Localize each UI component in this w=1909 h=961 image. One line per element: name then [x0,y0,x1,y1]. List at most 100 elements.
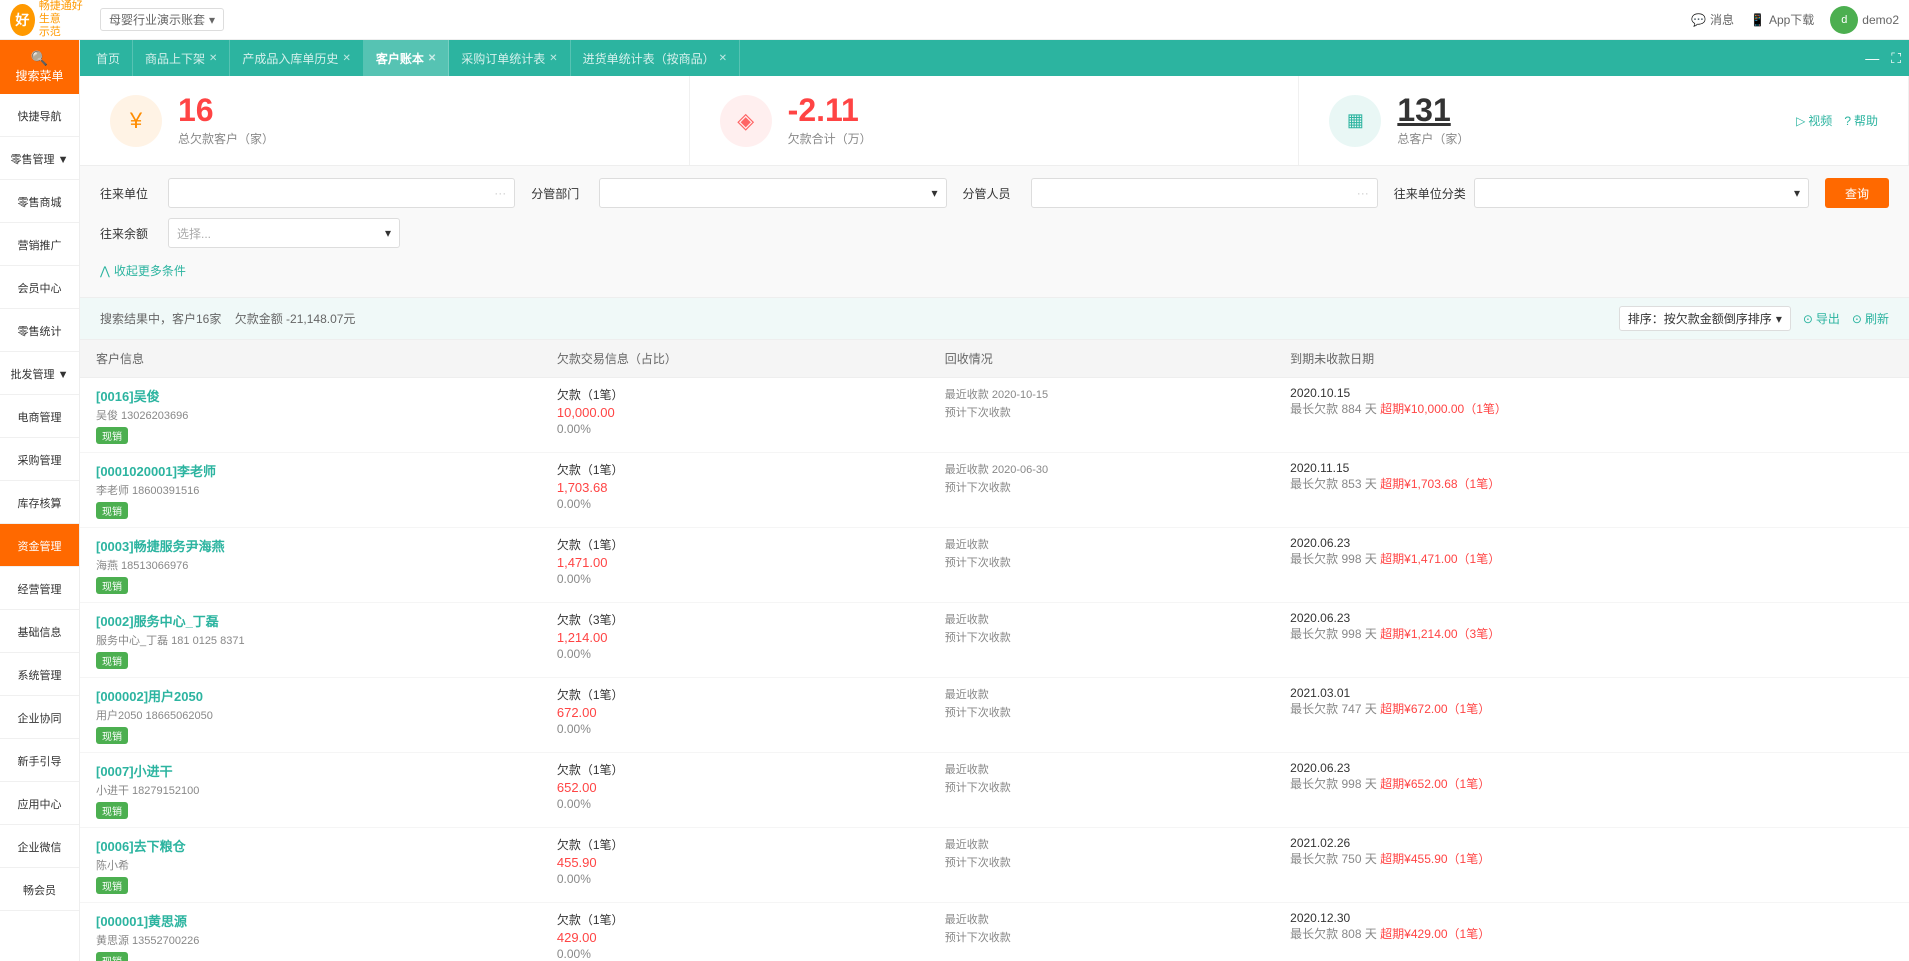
stats-row: ¥ 16 总欠款客户（家） ◈ -2.11 欠款合计（万） ▦ [80,76,1909,166]
sidebar-item-retail-stats[interactable]: 零售统计 [0,309,79,352]
customer-name-1[interactable]: [0001020001]李老师 [96,461,525,480]
customer-name-2[interactable]: [0003]畅捷服务尹海燕 [96,536,525,555]
overdue-days-7: 最长欠款 808 天 超期¥429.00（1笔） [1290,925,1893,942]
sort-selector[interactable]: 排序：按欠款金额倒序排序 ▾ [1619,306,1791,331]
debt-amount-2[interactable]: 1,471.00 [557,555,913,570]
debt-amount-6[interactable]: 455.90 [557,855,913,870]
sidebar-item-wholesale-mgmt[interactable]: 批发管理 ▼ [0,352,79,395]
user-profile-button[interactable]: d demo2 [1830,6,1899,34]
tab-maximize-button[interactable]: ⛶ [1887,50,1905,67]
sidebar-item-purchase[interactable]: 采购管理 [0,438,79,481]
filter-select-dept[interactable]: ▾ [599,178,946,208]
sidebar-item-app-center[interactable]: 应用中心 [0,782,79,825]
tab-close-customer-ledger[interactable]: ✕ [428,53,436,64]
overdue-amount-link-3[interactable]: 超期¥1,214.00（3笔） [1380,627,1500,641]
cell-recovery-5: 最近收款 预计下次收款 [929,753,1274,828]
sidebar-item-operation[interactable]: 经营管理 [0,567,79,610]
sidebar-item-inventory[interactable]: 库存核算 [0,481,79,524]
overdue-amount-link-4[interactable]: 超期¥672.00（1笔） [1380,702,1490,716]
sidebar-item-newbie[interactable]: 新手引导 [0,739,79,782]
overdue-amount-link-1[interactable]: 超期¥1,703.68（1笔） [1380,477,1500,491]
overdue-amount-link-5[interactable]: 超期¥652.00（1笔） [1380,777,1490,791]
sidebar-item-ecommerce[interactable]: 电商管理 [0,395,79,438]
tab-customer-ledger[interactable]: 客户账本 ✕ [364,40,449,76]
cell-due-date-0: 2020.10.15 最长欠款 884 天 超期¥10,000.00（1笔） [1274,378,1909,453]
debt-amount-0[interactable]: 10,000.00 [557,405,913,420]
debt-amount-5[interactable]: 652.00 [557,780,913,795]
sidebar-item-quick-nav[interactable]: 快捷导航 [0,94,79,137]
sidebar-item-retail-mgmt[interactable]: 零售管理 ▼ [0,137,79,180]
tab-close-purchase-stats[interactable]: ✕ [549,53,557,64]
debt-amount-3[interactable]: 1,214.00 [557,630,913,645]
sidebar-item-finance[interactable]: 资金管理 [0,524,79,567]
sidebar-item-wechat[interactable]: 企业微信 [0,825,79,868]
sidebar-item-member2[interactable]: 畅会员 [0,868,79,911]
results-bar: 搜索结果中，客户16家 欠款金额 -21,148.07元 排序：按欠款金额倒序排… [80,298,1909,340]
sidebar-search[interactable]: 🔍 搜索菜单 [0,40,79,94]
overdue-amount-link-2[interactable]: 超期¥1,471.00（1笔） [1380,552,1500,566]
filter-area: 往来单位 ··· 分管部门 ▾ 分管人员 [80,166,1909,298]
app-download-button[interactable]: 📱 App下载 [1750,11,1814,28]
cell-customer-info-4: [000002]用户2050 用户2050 18665062050 现销 [80,678,541,753]
debt-count-0: 欠款（1笔） [557,386,913,403]
debt-amount-7[interactable]: 429.00 [557,930,913,945]
tab-purchase-product-stats[interactable]: 进货单统计表（按商品） ✕ [571,40,740,76]
collapse-filter-button[interactable]: ⋀ 收起更多条件 [100,256,1889,285]
recovery-next-0: 预计下次收款 [945,404,1258,420]
sidebar-item-member[interactable]: 会员中心 [0,266,79,309]
overdue-days-3: 最长欠款 998 天 超期¥1,214.00（3笔） [1290,625,1893,642]
tab-close-product-history[interactable]: ✕ [342,53,350,64]
tab-product-listing[interactable]: 商品上下架 ✕ [133,40,230,76]
refresh-button[interactable]: ⊙ 刷新 [1852,310,1889,327]
cell-customer-info-7: [000001]黄思源 黄思源 13552700226 现销 [80,903,541,961]
sidebar-item-enterprise[interactable]: 企业协同 [0,696,79,739]
query-button[interactable]: 查询 [1825,178,1889,208]
customer-name-4[interactable]: [000002]用户2050 [96,686,525,705]
sidebar-item-system[interactable]: 系统管理 [0,653,79,696]
help-button[interactable]: ? 帮助 [1844,112,1878,129]
customer-name-6[interactable]: [0006]去下粮仓 [96,836,525,855]
tab-purchase-stats[interactable]: 采购订单统计表 ✕ [449,40,570,76]
customer-name-5[interactable]: [0007]小进干 [96,761,525,780]
tab-home[interactable]: 首页 [84,40,133,76]
video-button[interactable]: ▷ 视频 [1796,112,1832,129]
sidebar-item-basic-info[interactable]: 基础信息 [0,610,79,653]
video-icon: ▷ [1796,114,1805,128]
debt-count-2: 欠款（1笔） [557,536,913,553]
tab-product-history[interactable]: 产成品入库单历史 ✕ [230,40,363,76]
message-icon: 💬 [1691,13,1706,27]
export-button[interactable]: ⊙ 导出 [1803,310,1840,327]
results-actions: 排序：按欠款金额倒序排序 ▾ ⊙ 导出 ⊙ 刷新 [1619,306,1889,331]
filter-item-balance: 往来余额 选择... ▾ [100,218,400,248]
tab-close-product-listing[interactable]: ✕ [209,53,217,64]
debt-amount-1[interactable]: 1,703.68 [557,480,913,495]
industry-selector[interactable]: 母婴行业演示账套 ▾ [100,8,224,31]
filter-select-category[interactable]: ▾ [1474,178,1809,208]
overdue-days-1: 最长欠款 853 天 超期¥1,703.68（1笔） [1290,475,1893,492]
overdue-amount-link-6[interactable]: 超期¥455.90（1笔） [1380,852,1490,866]
tab-minimize-button[interactable]: — [1861,50,1883,66]
message-button[interactable]: 💬 消息 [1691,11,1734,28]
customer-name-3[interactable]: [0002]服务中心_丁磊 [96,611,525,630]
sidebar-item-retail-mall[interactable]: 零售商城 [0,180,79,223]
cell-due-date-2: 2020.06.23 最长欠款 998 天 超期¥1,471.00（1笔） [1274,528,1909,603]
cell-debt-info-0: 欠款（1笔） 10,000.00 0.00% [541,378,929,453]
chevron-down-icon: ▾ [209,13,215,27]
filter-input-partner[interactable]: ··· [168,178,515,208]
overdue-amount-link-7[interactable]: 超期¥429.00（1笔） [1380,927,1490,941]
tab-end-buttons: — ⛶ [1861,50,1905,67]
customer-name-7[interactable]: [000001]黄思源 [96,911,525,930]
filter-select-balance[interactable]: 选择... ▾ [168,218,400,248]
customer-name-0[interactable]: [0016]吴俊 [96,386,525,405]
app-icon: 📱 [1750,13,1765,27]
tab-close-purchase-product-stats[interactable]: ✕ [719,53,727,64]
overdue-amount-link-0[interactable]: 超期¥10,000.00（1笔） [1380,402,1507,416]
debt-percent-5: 0.00% [557,797,913,811]
due-date-value-1: 2020.11.15 [1290,461,1893,475]
filter-input-person[interactable]: ··· [1031,178,1378,208]
debt-amount-4[interactable]: 672.00 [557,705,913,720]
cell-debt-info-6: 欠款（1笔） 455.90 0.00% [541,828,929,903]
sidebar-item-marketing[interactable]: 营销推广 [0,223,79,266]
recovery-next-3: 预计下次收款 [945,629,1258,645]
cell-debt-info-7: 欠款（1笔） 429.00 0.00% [541,903,929,961]
